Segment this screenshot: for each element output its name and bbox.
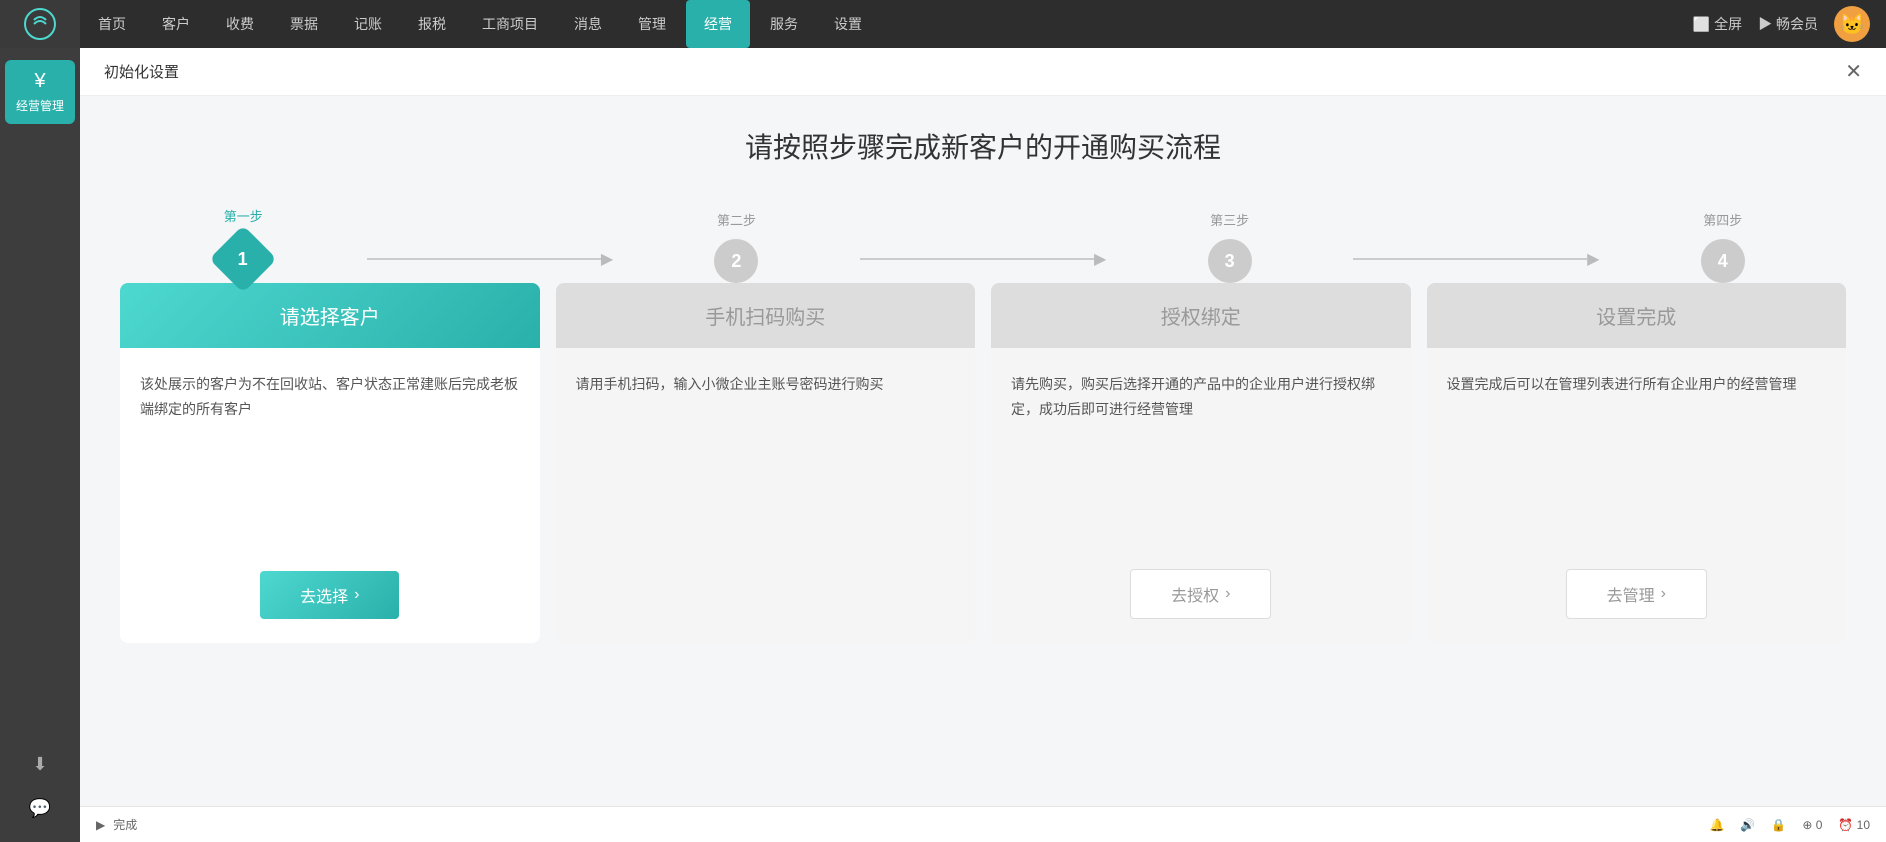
sidebar-item-operation[interactable]: ¥ 经营管理: [5, 60, 75, 124]
sidebar-bottom: ⬇ 💬: [22, 746, 58, 842]
step4-card: 设置完成 设置完成后可以在管理列表进行所有企业用户的经营管理 去管理 ›: [1427, 283, 1847, 643]
status-bar: ▶ 完成 🔔 🔊 🔒 ⊕ 0 ⏰ 10: [80, 806, 1886, 842]
wizard-container: 请按照步骤完成新客户的开通购买流程 第一步 1: [80, 96, 1886, 806]
fullscreen-button[interactable]: ⬜ 全屏: [1693, 14, 1742, 34]
step3-card-header: 授权绑定: [991, 283, 1411, 348]
logo[interactable]: [0, 0, 80, 48]
step3-card-body: 请先购买，购买后选择开通的产品中的企业用户进行授权绑定，成功后即可进行经营管理: [991, 348, 1411, 553]
step1-card-body: 该处展示的客户为不在回收站、客户状态正常建账后完成老板端绑定的所有客户: [120, 348, 540, 555]
step4-button-label: 去管理: [1607, 582, 1655, 606]
main-layout: ¥ 经营管理 ⬇ 💬 初始化设置 ✕ 请按照步骤完成新客户的开通购买流程 第一步: [0, 48, 1886, 842]
step2-card-body: 请用手机扫码，输入小微企业主账号密码进行购买: [556, 348, 976, 603]
nav-home[interactable]: 首页: [80, 0, 144, 48]
step4-button-arrow: ›: [1661, 585, 1666, 603]
step2-card-header: 手机扫码购买: [556, 283, 976, 348]
nav-client[interactable]: 客户: [144, 0, 208, 48]
step3-card: 授权绑定 请先购买，购买后选择开通的产品中的企业用户进行授权绑定，成功后即可进行…: [991, 283, 1411, 643]
step1-card-header: 请选择客户: [120, 283, 540, 348]
connector-1-2: ▶: [367, 249, 614, 283]
step3-label: 第三步: [1210, 210, 1249, 229]
step4-action-button[interactable]: 去管理 ›: [1566, 569, 1707, 619]
nav-bizproject[interactable]: 工商项目: [464, 0, 556, 48]
step1-label: 第一步: [224, 206, 263, 225]
step2-card-footer: [556, 603, 976, 643]
sidebar: ¥ 经营管理 ⬇ 💬: [0, 48, 80, 842]
count-display: ⊕ 0: [1802, 818, 1822, 832]
download-icon[interactable]: ⬇: [22, 746, 58, 782]
step1-card-footer: 去选择 ›: [120, 555, 540, 643]
step1-number: 1: [238, 248, 248, 269]
nav-tax[interactable]: 报税: [400, 0, 464, 48]
sidebar-item-label: 经营管理: [16, 97, 64, 114]
chat-icon[interactable]: 💬: [22, 790, 58, 826]
nav-manage[interactable]: 管理: [620, 0, 684, 48]
step3-card-footer: 去授权 ›: [991, 553, 1411, 643]
wizard-title: 请按照步骤完成新客户的开通购买流程: [120, 126, 1846, 166]
nav-items: 首页 客户 收费 票据 记账 报税 工商项目 消息 管理 经营 服务 设置: [80, 0, 1693, 48]
step2-number: 2: [731, 251, 741, 272]
step3-number: 3: [1225, 251, 1235, 272]
step3-button-arrow: ›: [1225, 585, 1230, 603]
nav-bookkeeping[interactable]: 记账: [336, 0, 400, 48]
time-display: ⏰ 10: [1838, 818, 1870, 832]
vip-button[interactable]: ▶ 畅会员: [1758, 14, 1818, 34]
nav-message[interactable]: 消息: [556, 0, 620, 48]
nav-service[interactable]: 服务: [752, 0, 816, 48]
close-button[interactable]: ✕: [1845, 59, 1862, 84]
connector-2-3: ▶: [860, 249, 1107, 283]
breadcrumb-title: 初始化设置: [104, 61, 179, 82]
top-navigation: 首页 客户 收费 票据 记账 报税 工商项目 消息 管理 经营 服务 设置 ⬜ …: [0, 0, 1886, 48]
step1-button-arrow: ›: [354, 586, 359, 604]
step4-card-footer: 去管理 ›: [1427, 553, 1847, 643]
step3-button-label: 去授权: [1171, 582, 1219, 606]
nav-operation[interactable]: 经营: [686, 0, 750, 48]
content-area: 初始化设置 ✕ 请按照步骤完成新客户的开通购买流程 第一步 1: [80, 48, 1886, 842]
step3-circle: 3: [1208, 239, 1252, 283]
lock-icon[interactable]: 🔒: [1771, 818, 1786, 832]
nav-settings[interactable]: 设置: [816, 0, 880, 48]
step4-card-header: 设置完成: [1427, 283, 1847, 348]
connector-3-4: ▶: [1353, 249, 1600, 283]
play-icon[interactable]: ▶: [96, 818, 105, 832]
nav-fee[interactable]: 收费: [208, 0, 272, 48]
step1-card: 请选择客户 该处展示的客户为不在回收站、客户状态正常建账后完成老板端绑定的所有客…: [120, 283, 540, 643]
step2-label: 第二步: [717, 210, 756, 229]
breadcrumb-bar: 初始化设置 ✕: [80, 48, 1886, 96]
avatar[interactable]: 🐱: [1834, 6, 1870, 42]
step4-circle: 4: [1701, 239, 1745, 283]
status-text: 完成: [113, 816, 137, 833]
step4-number: 4: [1718, 251, 1728, 272]
step1-action-button[interactable]: 去选择 ›: [260, 571, 399, 619]
step4-label: 第四步: [1703, 210, 1742, 229]
step1-diamond: 1: [209, 225, 277, 293]
status-bar-right: 🔔 🔊 🔒 ⊕ 0 ⏰ 10: [1709, 818, 1870, 832]
yuan-icon: ¥: [34, 70, 45, 93]
step2-circle: 2: [714, 239, 758, 283]
status-bar-left: ▶ 完成: [96, 816, 137, 833]
cards-row: 请选择客户 该处展示的客户为不在回收站、客户状态正常建账后完成老板端绑定的所有客…: [120, 283, 1846, 643]
step3-action-button[interactable]: 去授权 ›: [1130, 569, 1271, 619]
step2-card: 手机扫码购买 请用手机扫码，输入小微企业主账号密码进行购买: [556, 283, 976, 643]
nav-ticket[interactable]: 票据: [272, 0, 336, 48]
step4-card-body: 设置完成后可以在管理列表进行所有企业用户的经营管理: [1427, 348, 1847, 553]
notification-icon[interactable]: 🔔: [1709, 818, 1724, 832]
top-nav-right: ⬜ 全屏 ▶ 畅会员 🐱: [1693, 6, 1886, 42]
step1-button-label: 去选择: [300, 583, 348, 607]
volume-icon[interactable]: 🔊: [1740, 818, 1755, 832]
